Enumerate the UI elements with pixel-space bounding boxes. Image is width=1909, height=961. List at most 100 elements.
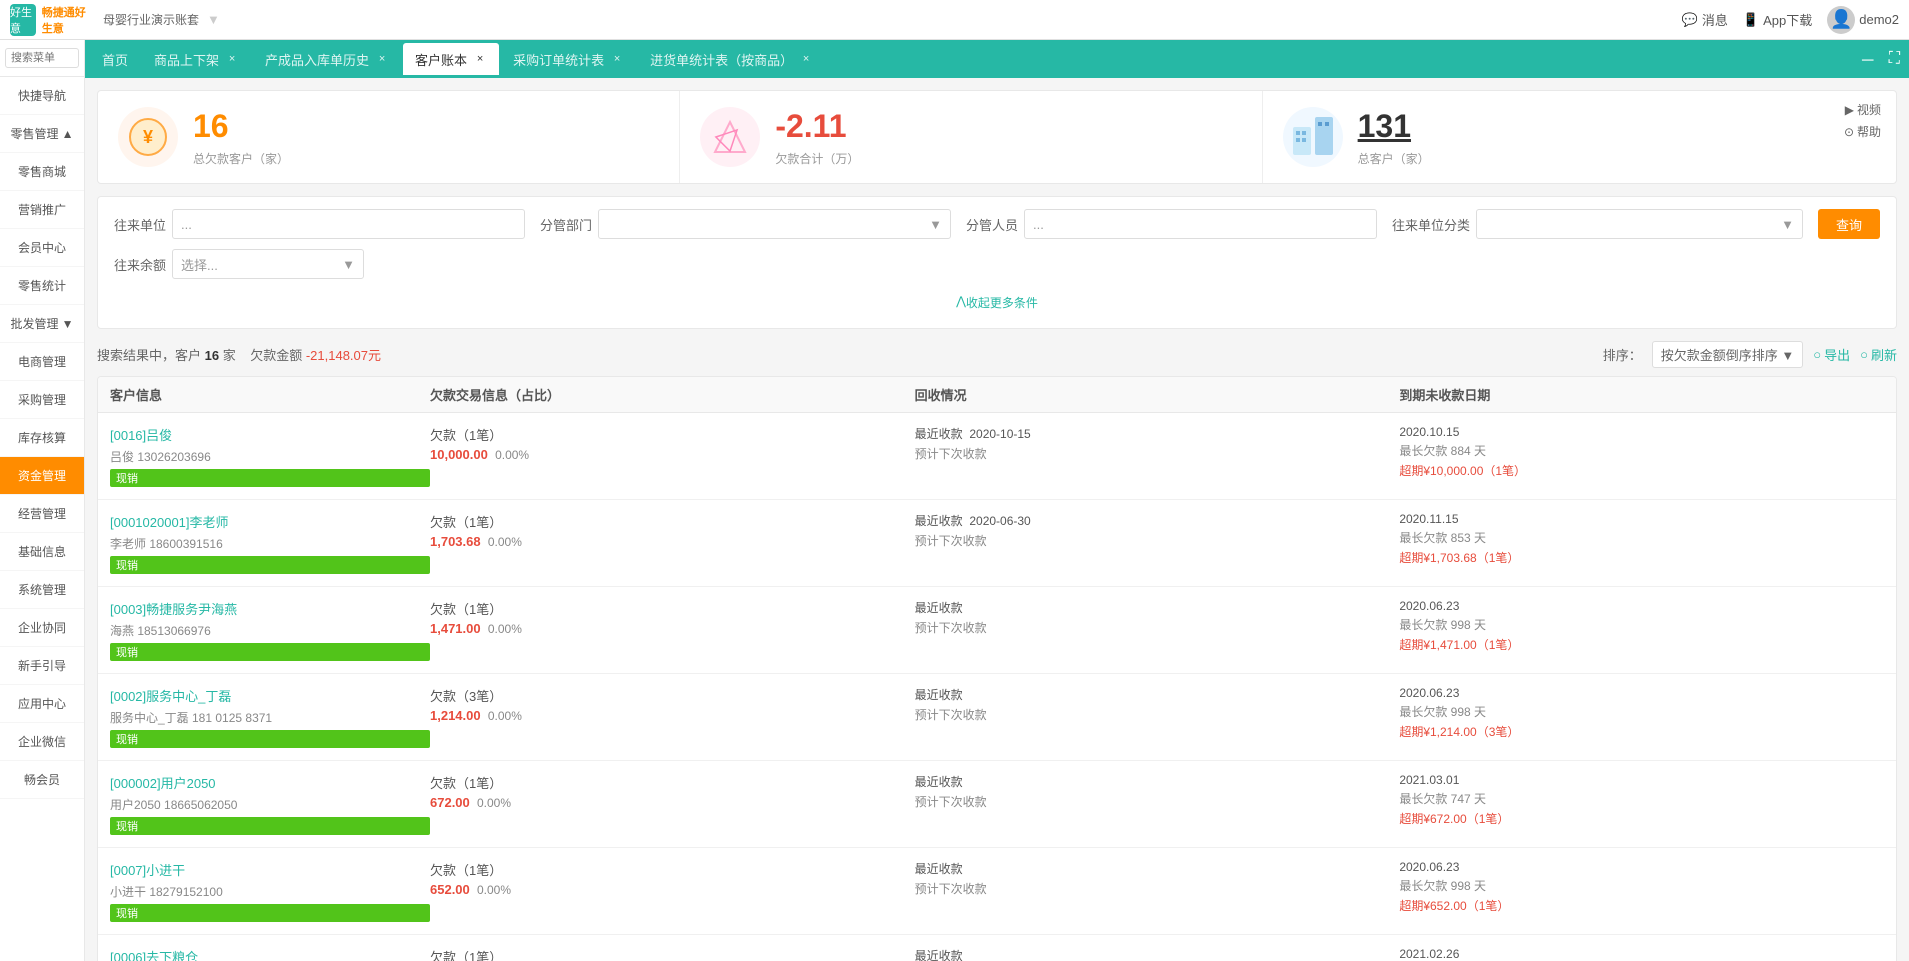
tab-product-shelf-close[interactable]: × [225,52,239,66]
total-customers-icon [1283,107,1343,167]
tab-home[interactable]: 首页 [90,43,140,75]
recovery-info-2: 最近收款 2020-06-30 预计下次收款 [915,512,1400,574]
sort-select[interactable]: 按欠款金额倒序排序 ▼ [1652,341,1803,368]
customer-name-6[interactable]: [0007]小进干 [110,860,430,879]
export-btn[interactable]: ○ 导出 [1813,345,1850,364]
refresh-btn[interactable]: ○ 刷新 [1860,345,1897,364]
sidebar-item-marketing[interactable]: 营销推广 [0,191,84,229]
debt-amount-row-6: 652.00 [430,882,470,897]
customer-info-2: [0001020001]李老师 李老师 18600391516 现销 [110,512,430,574]
sidebar-item-app-center[interactable]: 应用中心 [0,685,84,723]
balance-select[interactable]: 选择... ▼ [172,249,364,279]
department-arrow-icon: ▼ [929,217,942,232]
app-logo: 好生意 [10,4,36,36]
tab-purchase-stats[interactable]: 采购订单统计表 × [501,43,636,75]
tab-purchase-stats-label: 采购订单统计表 [513,50,604,69]
stat-info-debt-customers: 16 总欠款客户（家） [193,107,659,166]
next-collect-1: 预计下次收款 [915,445,1400,462]
sidebar-item-member[interactable]: 会员中心 [0,229,84,267]
tab-production-history-close[interactable]: × [375,52,389,66]
debt-info-2: 欠款（1笔） 1,703.68 0.00% [430,512,915,574]
customer-name-7[interactable]: [0006]去下粮仓 [110,947,430,961]
overdue-amount-1[interactable]: 超期¥10,000.00（1笔） [1399,462,1884,479]
sidebar-item-retail-stats[interactable]: 零售统计 [0,267,84,305]
sidebar-item-sys-mgmt[interactable]: 系统管理 [0,571,84,609]
balance-arrow-icon: ▼ [342,257,355,272]
tab-home-label: 首页 [102,50,128,69]
sidebar-item-corp-wechat[interactable]: 企业微信 [0,723,84,761]
overdue-amount-4[interactable]: 超期¥1,214.00（3笔） [1399,723,1884,740]
tab-production-history[interactable]: 产成品入库单历史 × [253,43,401,75]
sidebar-item-basic-info[interactable]: 基础信息 [0,533,84,571]
tab-customer-account-close[interactable]: × [473,52,487,66]
tabs-maximize-btn[interactable]: ⛶ [1885,48,1904,70]
overdue-amount-5[interactable]: 超期¥672.00（1笔） [1399,810,1884,827]
app-download-btn[interactable]: 📱 App下载 [1743,10,1812,29]
debt-info-4: 欠款（3笔） 1,214.00 0.00% [430,686,915,748]
customer-name-3[interactable]: [0003]畅捷服务尹海燕 [110,599,430,618]
filter-source-unit-label: 往来单位 [114,215,166,234]
sidebar-item-batch-mgmt[interactable]: 批发管理 ▼ [0,305,84,343]
customer-tag-2: 现销 [110,556,430,574]
customer-info-4: [0002]服务中心_丁磊 服务中心_丁磊 181 0125 8371 现销 [110,686,430,748]
debt-amount-number: -2.11 [775,107,1241,145]
table-header: 客户信息 欠款交易信息（占比） 回收情况 到期未收款日期 [98,377,1896,413]
last-collect-7: 最近收款 [915,947,1400,961]
content-area: 首页 商品上下架 × 产成品入库单历史 × 客户账本 × 采购订单统计表 × [85,40,1909,961]
search-button[interactable]: 查询 [1818,209,1880,239]
customer-name-1[interactable]: [0016]吕俊 [110,425,430,444]
due-date-1: 2020.10.15 [1399,425,1884,439]
username-label: demo2 [1859,12,1899,27]
tab-import-stats[interactable]: 进货单统计表（按商品） × [638,43,825,75]
debt-count-4: 欠款（3笔） [430,686,915,705]
overdue-amount-2[interactable]: 超期¥1,703.68（1笔） [1399,549,1884,566]
header-customer-info: 客户信息 [110,385,430,404]
customer-name-4[interactable]: [0002]服务中心_丁磊 [110,686,430,705]
chevron-icon-2: ▼ [62,317,74,331]
customer-name-2[interactable]: [0001020001]李老师 [110,512,430,531]
view-video-label: 视频 [1857,101,1881,118]
message-btn[interactable]: 💬 消息 [1682,10,1728,29]
debt-amount-row-2: 1,703.68 [430,534,481,549]
recovery-info-3: 最近收款 预计下次收款 [915,599,1400,661]
overdue-info-2: 2020.11.15 最长欠款 853 天 超期¥1,703.68（1笔） [1399,512,1884,574]
user-avatar-area[interactable]: 👤 demo2 [1827,6,1899,34]
sidebar-search-input[interactable] [5,48,79,68]
sidebar-item-quick-nav[interactable]: 快捷导航 [0,77,84,115]
overdue-amount-3[interactable]: 超期¥1,471.00（1笔） [1399,636,1884,653]
tab-customer-account[interactable]: 客户账本 × [403,43,499,75]
company-name: 母婴行业演示账套 [103,11,199,28]
department-select[interactable]: ▼ [598,209,951,239]
sidebar-item-ecommerce[interactable]: 电商管理 [0,343,84,381]
collapse-filters-btn[interactable]: ⋀ 收起更多条件 [114,289,1880,316]
help-btn[interactable]: ⊙ 帮助 [1844,123,1881,140]
tab-purchase-stats-close[interactable]: × [610,52,624,66]
sidebar-item-vip[interactable]: 畅会员 [0,761,84,799]
tab-import-stats-close[interactable]: × [799,52,813,66]
sidebar-item-purchase[interactable]: 采购管理 [0,381,84,419]
sidebar-item-inventory[interactable]: 库存核算 [0,419,84,457]
view-video-btn[interactable]: ▶ 视频 [1845,101,1881,118]
customer-name-5[interactable]: [000002]用户2050 [110,773,430,792]
sidebar-item-new-guide[interactable]: 新手引导 [0,647,84,685]
sidebar-item-retail-mgmt[interactable]: 零售管理 ▲ [0,115,84,153]
top-right-area: 💬 消息 📱 App下载 👤 demo2 [1682,6,1899,34]
recovery-info-6: 最近收款 预计下次收款 [915,860,1400,922]
tabs-minimize-btn[interactable]: － [1856,45,1880,73]
sidebar-item-enterprise[interactable]: 企业协同 [0,609,84,647]
sidebar-item-operations[interactable]: 经营管理 [0,495,84,533]
unit-category-select[interactable]: ▼ [1476,209,1803,239]
chevron-icon: ▲ [62,127,74,141]
source-unit-input[interactable]: ... [172,209,525,239]
overdue-amount-6[interactable]: 超期¥652.00（1笔） [1399,897,1884,914]
tabs-right-controls: － ⛶ [1856,45,1904,73]
company-dropdown-icon[interactable]: ▼ [207,12,220,27]
tab-product-shelf[interactable]: 商品上下架 × [142,43,251,75]
customer-info-5: [000002]用户2050 用户2050 18665062050 现销 [110,773,430,835]
manager-input[interactable]: ... [1024,209,1377,239]
sidebar-item-finance[interactable]: 资金管理 [0,457,84,495]
last-collect-2: 最近收款 2020-06-30 [915,512,1400,529]
debt-customers-icon: ¥ [118,107,178,167]
collapse-icon: ⋀ [956,294,966,311]
sidebar-item-retail-mall[interactable]: 零售商城 [0,153,84,191]
